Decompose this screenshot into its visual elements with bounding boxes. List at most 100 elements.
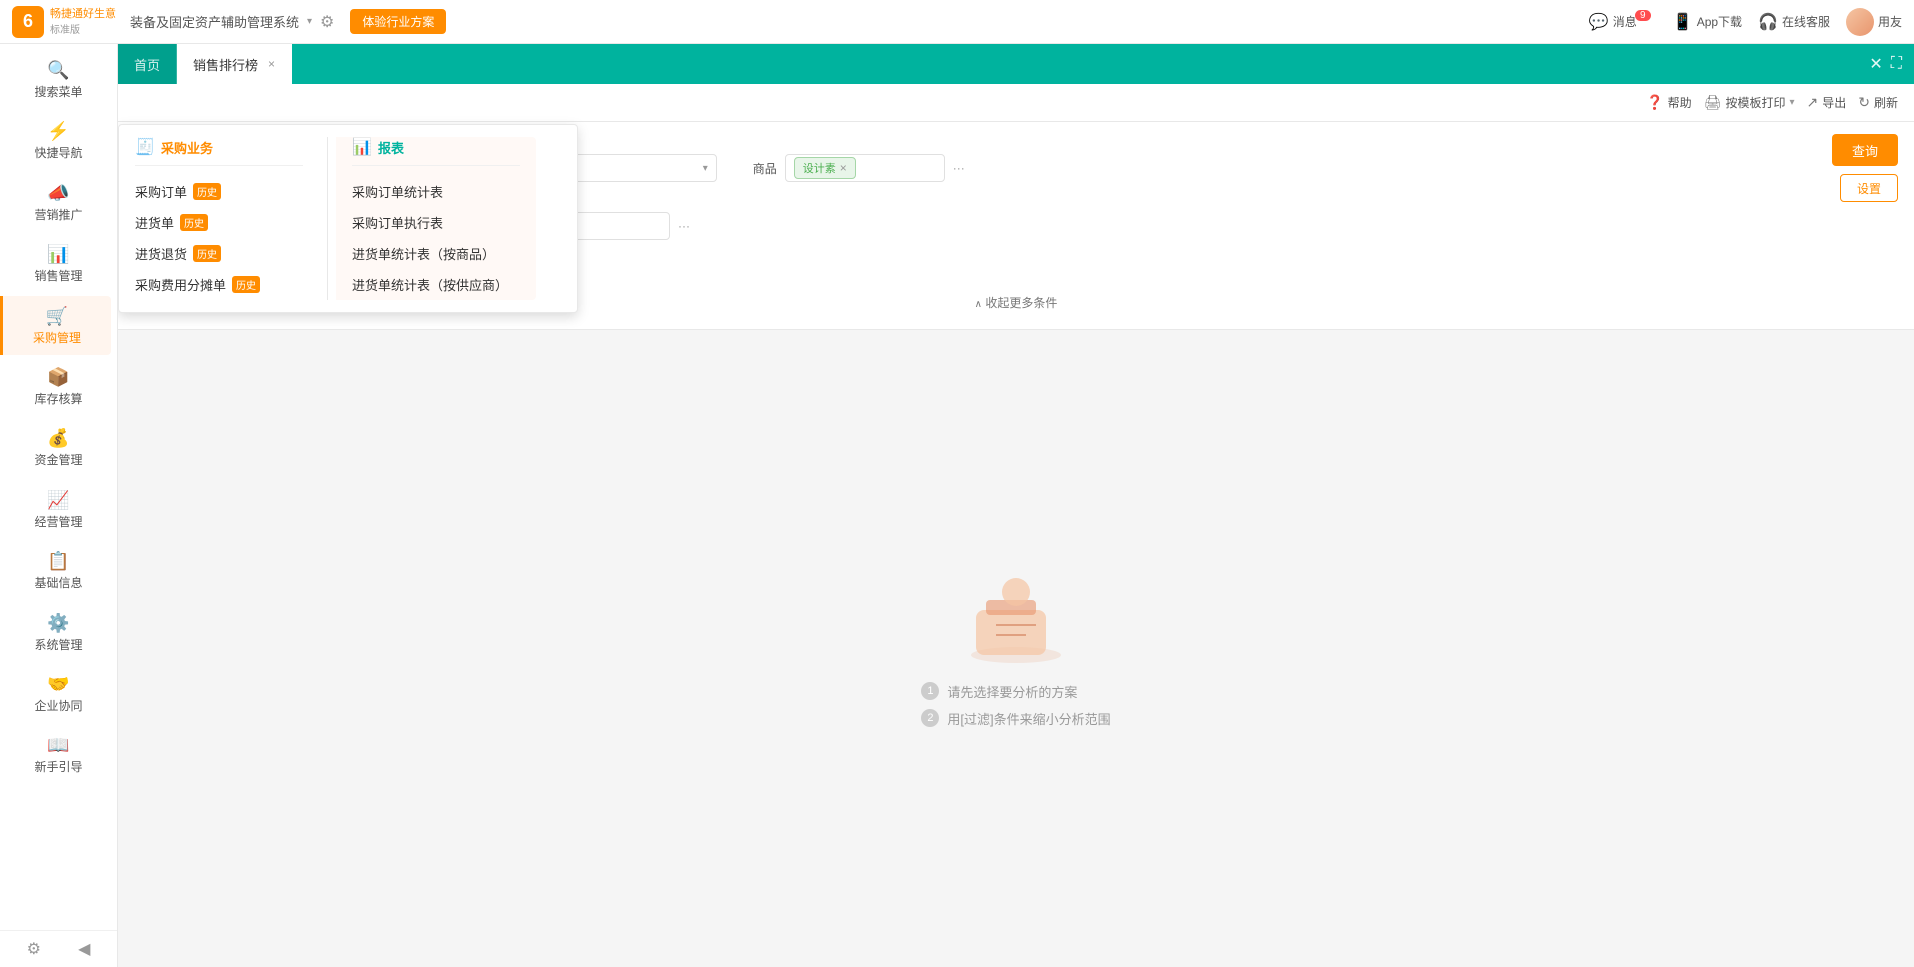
sidebar-item-operations[interactable]: 📈 经营管理 <box>6 480 111 539</box>
sidebar-item-search[interactable]: 🔍 搜索菜单 <box>6 50 111 109</box>
page-header: ❓ 帮助 🖨 按模板打印 ▾ ↗ 导出 ↻ 刷新 <box>118 84 1914 122</box>
print-action[interactable]: 🖨 按模板打印 ▾ <box>1704 94 1795 111</box>
sidebar-item-sales[interactable]: 📊 销售管理 <box>6 234 111 293</box>
base-info-icon: 📋 <box>47 551 69 572</box>
purchase-dropdown-menu: 🧾 采购业务 采购订单 历史 进货单 历史 进货退货 历史 采购费用分摊单 <box>118 124 578 313</box>
tab-home[interactable]: 首页 <box>118 44 177 84</box>
help-icon: ❓ <box>1646 94 1663 111</box>
help-action[interactable]: ❓ 帮助 <box>1646 94 1691 111</box>
order-stat-label: 采购订单统计表 <box>352 182 443 201</box>
title-dropdown-icon[interactable]: ▾ <box>307 16 312 27</box>
hint-text-2: 用[过滤]条件来缩小分析范围 <box>947 709 1110 728</box>
set-button[interactable]: 设置 <box>1840 174 1898 202</box>
stock-stat-supplier-label: 进货单统计表（按供应商） <box>352 275 508 294</box>
sidebar-item-quicknav[interactable]: ⚡ 快捷导航 <box>6 111 111 170</box>
empty-svg <box>956 570 1076 670</box>
sidebar-item-guide[interactable]: 📖 新手引导 <box>6 725 111 784</box>
product-input[interactable]: 设计素 × <box>785 154 945 182</box>
stock-in-tag: 历史 <box>180 214 208 231</box>
refresh-label: 刷新 <box>1874 94 1898 111</box>
window-close-icon[interactable]: ✕ <box>1869 54 1882 74</box>
menu-item-order-stat[interactable]: 采购订单统计表 <box>352 176 520 207</box>
menu-col-purchase-title: 🧾 采购业务 <box>135 137 303 166</box>
report-col-title-text: 报表 <box>378 138 404 157</box>
menu-col-report-title: 📊 报表 <box>352 137 520 166</box>
refresh-icon: ↻ <box>1858 94 1870 111</box>
menu-item-purchase-order[interactable]: 采购订单 历史 <box>135 176 303 207</box>
menu-col-report: 📊 报表 采购订单统计表 采购订单执行表 进货单统计表（按商品） 进货单统计表（… <box>336 137 536 300</box>
settings-bottom-icon[interactable]: ⚙ <box>27 939 41 959</box>
print-dropdown-icon[interactable]: ▾ <box>1789 97 1794 108</box>
sidebar-label-inventory: 库存核算 <box>34 392 82 406</box>
online-service-item[interactable]: 🎧 在线客服 <box>1758 12 1830 32</box>
stock-return-label: 进货退货 <box>135 244 187 263</box>
tab-home-label: 首页 <box>134 55 160 74</box>
empty-hint-2: 2 用[过滤]条件来缩小分析范围 <box>921 709 1110 728</box>
user-item[interactable]: 用友 <box>1846 8 1902 36</box>
salesman-more-icon[interactable]: ··· <box>678 219 690 233</box>
message-item[interactable]: 💬 消息 9 <box>1589 12 1657 32</box>
stock-in-label: 进货单 <box>135 213 174 232</box>
export-action[interactable]: ↗ 导出 <box>1807 94 1847 111</box>
empty-hint-1: 1 请先选择要分析的方案 <box>921 682 1110 701</box>
user-label: 用友 <box>1878 13 1902 30</box>
sidebar-item-cooperation[interactable]: 🤝 企业协同 <box>6 664 111 723</box>
product-tag-close-icon[interactable]: × <box>840 161 847 175</box>
menu-item-stock-stat-supplier[interactable]: 进货单统计表（按供应商） <box>352 269 520 300</box>
marketing-icon: 📣 <box>47 183 69 204</box>
sidebar-item-inventory[interactable]: 📦 库存核算 <box>6 357 111 416</box>
menu-item-stock-return[interactable]: 进货退货 历史 <box>135 238 303 269</box>
tab-close-icon[interactable]: × <box>268 57 275 71</box>
topbar: 6 畅捷通好生意 标准版 装备及固定资产辅助管理系统 ▾ ⚙ 体验行业方案 💬 … <box>0 0 1914 44</box>
app-download-item[interactable]: 📱 App下载 <box>1673 12 1742 32</box>
industry-button[interactable]: 体验行业方案 <box>350 9 446 34</box>
collapse-text: 收起更多条件 <box>985 296 1057 310</box>
tab-sales-rank[interactable]: 销售排行榜 × <box>177 44 292 84</box>
print-icon: 🖨 <box>1704 94 1722 111</box>
purchase-icon: 🛒 <box>46 306 68 327</box>
window-maximize-icon[interactable]: ⛶ <box>1891 55 1902 73</box>
sidebar-label-purchase: 采购管理 <box>33 331 81 345</box>
query-button[interactable]: 查询 <box>1832 134 1898 166</box>
sidebar-item-system[interactable]: ⚙️ 系统管理 <box>6 603 111 662</box>
empty-illustration <box>956 570 1076 670</box>
logo-edition: 标准版 <box>50 21 116 36</box>
menu-item-purchase-cost[interactable]: 采购费用分摊单 历史 <box>135 269 303 300</box>
menu-item-order-exec[interactable]: 采购订单执行表 <box>352 207 520 238</box>
product-label: 商品 <box>753 160 777 177</box>
system-title: 装备及固定资产辅助管理系统 ▾ ⚙ 体验行业方案 <box>130 9 1589 34</box>
refresh-action[interactable]: ↻ 刷新 <box>1858 94 1898 111</box>
logo-icon: 6 <box>12 6 44 38</box>
logo-area: 6 畅捷通好生意 标准版 <box>12 6 130 38</box>
message-badge: 9 <box>1635 10 1651 21</box>
tab-sales-rank-label: 销售排行榜 <box>193 55 258 74</box>
sidebar-item-marketing[interactable]: 📣 营销推广 <box>6 173 111 232</box>
main-layout: 🔍 搜索菜单 ⚡ 快捷导航 📣 营销推广 📊 销售管理 🛒 采购管理 📦 <box>0 44 1914 967</box>
sidebar: 🔍 搜索菜单 ⚡ 快捷导航 📣 营销推广 📊 销售管理 🛒 采购管理 📦 <box>0 44 118 967</box>
menu-item-stock-in[interactable]: 进货单 历史 <box>135 207 303 238</box>
sidebar-item-purchase[interactable]: 🛒 采购管理 <box>0 296 111 355</box>
settings-icon[interactable]: ⚙ <box>320 12 334 32</box>
purchase-cost-tag: 历史 <box>232 276 260 293</box>
tab-window-actions: ✕ ⛶ <box>1857 54 1914 74</box>
sidebar-bottom: ⚙ ◀ <box>0 930 117 967</box>
product-tag-text: 设计素 <box>803 160 836 176</box>
product-more-icon[interactable]: ··· <box>953 161 965 175</box>
sidebar-label-marketing: 营销推广 <box>34 208 82 222</box>
collapse-chevron-icon: ∧ <box>975 299 982 310</box>
headset-icon: 🎧 <box>1758 12 1778 32</box>
search-icon: 🔍 <box>47 60 69 81</box>
sidebar-label-search: 搜索菜单 <box>34 85 82 99</box>
sidebar-label-system: 系统管理 <box>34 638 82 652</box>
menu-col-purchase: 🧾 采购业务 采购订单 历史 进货单 历史 进货退货 历史 采购费用分摊单 <box>119 137 319 300</box>
menu-item-stock-stat-product[interactable]: 进货单统计表（按商品） <box>352 238 520 269</box>
export-label: 导出 <box>1822 94 1846 111</box>
sidebar-item-finance[interactable]: 💰 资金管理 <box>6 418 111 477</box>
stock-return-tag: 历史 <box>193 245 221 262</box>
order-exec-label: 采购订单执行表 <box>352 213 443 232</box>
sidebar-label-sales: 销售管理 <box>34 269 82 283</box>
purchase-order-tag: 历史 <box>193 183 221 200</box>
collapse-icon[interactable]: ◀ <box>78 939 90 959</box>
sidebar-item-base-info[interactable]: 📋 基础信息 <box>6 541 111 600</box>
sidebar-label-guide: 新手引导 <box>34 760 82 774</box>
